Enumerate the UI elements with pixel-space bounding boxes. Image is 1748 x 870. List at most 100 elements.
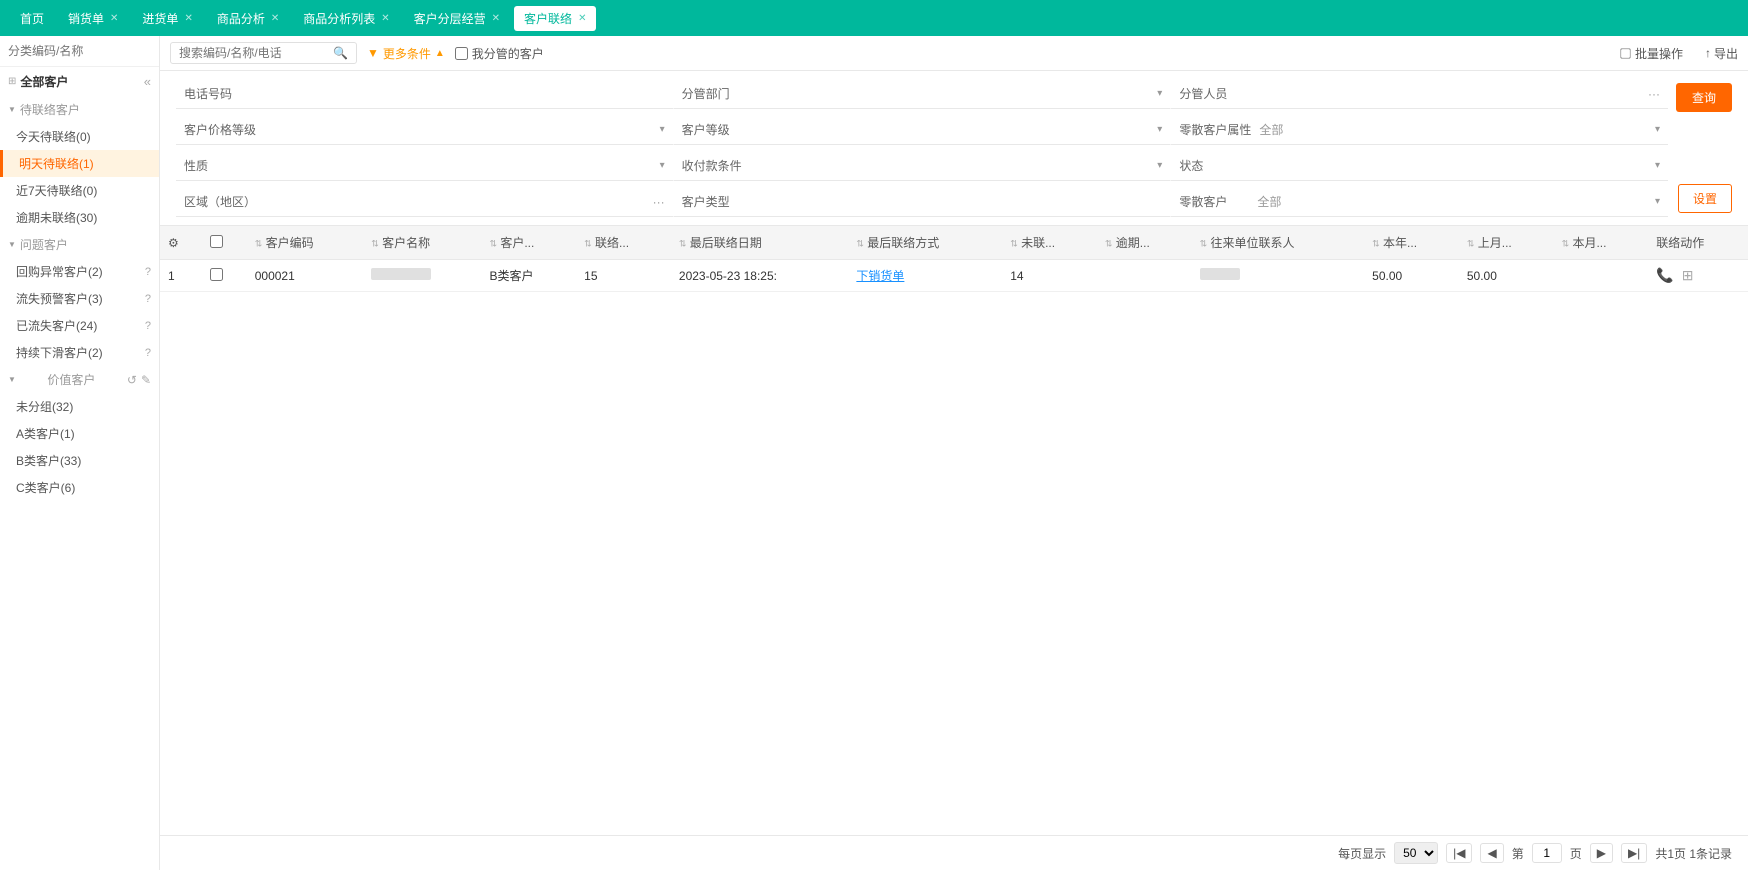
prev-page-btn[interactable]: ◀: [1480, 843, 1503, 863]
dept-select[interactable]: ▾: [760, 88, 1163, 99]
adv-row-3: 性质 ▾ 收付款条件 ▾: [176, 151, 1668, 181]
filter-search-input[interactable]: [179, 46, 329, 60]
retail-attr-chevron-icon: ▾: [1655, 124, 1660, 135]
customer-level-select[interactable]: ▾: [760, 124, 1163, 135]
th-checkbox[interactable]: [202, 226, 247, 260]
close-product-analysis-icon[interactable]: ✕: [271, 13, 279, 24]
batch-op-btn[interactable]: 批量操作: [1619, 45, 1683, 62]
sidebar-item-today[interactable]: 今天待联络(0): [0, 123, 159, 150]
th-last-month[interactable]: ⇅ 上月...: [1459, 226, 1554, 260]
adv-cell-person: 分管人员 ···: [1171, 79, 1668, 109]
last-page-btn[interactable]: ▶|: [1621, 843, 1647, 863]
close-purchase-order-icon[interactable]: ✕: [184, 13, 192, 24]
sidebar-item-tomorrow[interactable]: 明天待联络(1): [0, 150, 159, 177]
refresh-icon[interactable]: ↺: [127, 373, 137, 387]
all-customers-label[interactable]: 全部客户: [20, 73, 143, 90]
price-level-select[interactable]: ▾: [264, 124, 665, 135]
sidebar-item-class-b[interactable]: B类客户(33): [0, 447, 159, 474]
row-checkbox[interactable]: [210, 268, 223, 281]
customer-table: ⚙ ⇅ 客户编码 ⇅ 客户名称 ⇅ 客户... ⇅ 联络... ⇅ 最后联络日期…: [160, 226, 1748, 292]
sidebar-search-input[interactable]: [8, 44, 160, 58]
th-settings[interactable]: ⚙: [160, 226, 202, 260]
grid-icon: ⊞: [8, 76, 16, 87]
nature-select[interactable]: ▾: [262, 160, 665, 171]
sidebar-item-declining[interactable]: 持续下滑客户(2) ?: [0, 339, 159, 366]
filter-search-icon[interactable]: 🔍: [333, 46, 348, 60]
retail-customer-select[interactable]: 全部 ▾: [1257, 193, 1660, 210]
adv-cell-phone: 电话号码: [176, 79, 674, 109]
nature-chevron-icon: ▾: [660, 160, 665, 171]
th-name[interactable]: ⇅ 客户名称: [363, 226, 481, 260]
sidebar-item-unclassified[interactable]: 未分组(32): [0, 393, 159, 420]
nav-sales-order[interactable]: 销货单 ✕: [58, 6, 128, 31]
sidebar-item-class-c[interactable]: C类客户(6): [0, 474, 159, 501]
nav-customer-contact[interactable]: 客户联络 ✕: [514, 6, 596, 31]
set-button[interactable]: 设置: [1678, 184, 1732, 213]
person-dots-btn[interactable]: ···: [1648, 87, 1660, 101]
help-icon-2: ?: [145, 320, 151, 332]
sidebar-item-class-a[interactable]: A类客户(1): [0, 420, 159, 447]
close-sales-order-icon[interactable]: ✕: [110, 13, 118, 24]
select-all-checkbox[interactable]: [210, 235, 223, 248]
page-input[interactable]: [1532, 843, 1562, 863]
my-customers-check[interactable]: [455, 47, 468, 60]
adv-cell-payment: 收付款条件 ▾: [674, 151, 1172, 181]
close-customer-segment-icon[interactable]: ✕: [492, 13, 500, 24]
phone-action-icon[interactable]: 📞: [1656, 267, 1673, 284]
query-button[interactable]: 查询: [1676, 83, 1732, 112]
th-contact-count[interactable]: ⇅ 联络...: [576, 226, 671, 260]
th-unit-contact[interactable]: ⇅ 往来单位联系人: [1192, 226, 1365, 260]
cell-index: 1: [160, 260, 202, 292]
nav-product-analysis[interactable]: 商品分析 ✕: [207, 6, 289, 31]
th-code[interactable]: ⇅ 客户编码: [247, 226, 364, 260]
th-overdue[interactable]: ⇅ 逾期...: [1097, 226, 1192, 260]
close-customer-contact-icon[interactable]: ✕: [578, 13, 586, 24]
edit-value-icon[interactable]: ✎: [141, 373, 151, 387]
grid-action-icon[interactable]: ⊞: [1682, 267, 1694, 284]
next-page-btn[interactable]: ▶: [1590, 843, 1613, 863]
th-this-year[interactable]: ⇅ 本年...: [1364, 226, 1459, 260]
sidebar-item-churned[interactable]: 已流失客户(24) ?: [0, 312, 159, 339]
nav-home[interactable]: 首页: [10, 6, 54, 31]
cell-last-method[interactable]: 下销货单: [848, 260, 1002, 292]
export-btn[interactable]: ↑ 导出: [1705, 45, 1738, 62]
cell-checkbox[interactable]: [202, 260, 247, 292]
table-header-row: ⚙ ⇅ 客户编码 ⇅ 客户名称 ⇅ 客户... ⇅ 联络... ⇅ 最后联络日期…: [160, 226, 1748, 260]
th-last-date[interactable]: ⇅ 最后联络日期: [671, 226, 848, 260]
sidebar-item-churn-warning[interactable]: 流失预警客户(3) ?: [0, 285, 159, 312]
group-title-pending: 待联络客户: [0, 96, 159, 123]
price-level-chevron-icon: ▾: [660, 124, 665, 135]
th-last-method[interactable]: ⇅ 最后联络方式: [848, 226, 1002, 260]
sidebar-collapse-icon[interactable]: «: [144, 74, 151, 89]
action-icons: 📞 ⊞: [1656, 267, 1740, 284]
sidebar-item-abnormal-repurchase[interactable]: 回购异常客户(2) ?: [0, 258, 159, 285]
payment-select[interactable]: ▾: [760, 160, 1163, 171]
more-conditions-btn[interactable]: ▼ 更多条件 ▲: [367, 45, 445, 62]
region-dots-btn[interactable]: ···: [653, 195, 665, 209]
th-type[interactable]: ⇅ 客户...: [481, 226, 576, 260]
customer-table-wrap: ⚙ ⇅ 客户编码 ⇅ 客户名称 ⇅ 客户... ⇅ 联络... ⇅ 最后联络日期…: [160, 226, 1748, 835]
first-page-btn[interactable]: |◀: [1446, 843, 1472, 863]
customer-type-input[interactable]: [760, 195, 1163, 209]
close-product-analysis-list-icon[interactable]: ✕: [381, 13, 389, 24]
cell-this-year: 50.00: [1364, 260, 1459, 292]
page-label: 第: [1512, 845, 1524, 862]
nav-customer-segment[interactable]: 客户分层经营 ✕: [404, 6, 510, 31]
sidebar: 🔍 ⊞ 全部客户 « 待联络客户 今天待联络(0) 明天待联络(1) 近7天待联…: [0, 36, 160, 870]
sidebar-item-overdue[interactable]: 逾期未联络(30): [0, 204, 159, 231]
payment-chevron-icon: ▾: [1157, 160, 1162, 171]
status-select[interactable]: ▾: [1257, 160, 1660, 171]
nav-purchase-order[interactable]: 进货单 ✕: [132, 6, 202, 31]
per-page-select[interactable]: 50: [1394, 842, 1438, 864]
th-not-contacted[interactable]: ⇅ 未联...: [1002, 226, 1097, 260]
nav-product-analysis-list[interactable]: 商品分析列表 ✕: [293, 6, 399, 31]
content-area: 🔍 ▼ 更多条件 ▲ 我分管的客户 批量操作 ↑ 导出: [160, 36, 1748, 870]
retail-attr-select[interactable]: 全部 ▾: [1259, 121, 1660, 138]
pagination: 每页显示 50 |◀ ◀ 第 页 ▶ ▶| 共1页 1条记录: [160, 835, 1748, 870]
batch-check[interactable]: [1620, 48, 1630, 58]
sidebar-item-7days[interactable]: 近7天待联络(0): [0, 177, 159, 204]
per-page-label: 每页显示: [1338, 845, 1386, 862]
my-customers-checkbox[interactable]: 我分管的客户: [455, 45, 544, 62]
phone-input[interactable]: [262, 87, 665, 101]
th-this-month[interactable]: ⇅ 本月...: [1554, 226, 1649, 260]
